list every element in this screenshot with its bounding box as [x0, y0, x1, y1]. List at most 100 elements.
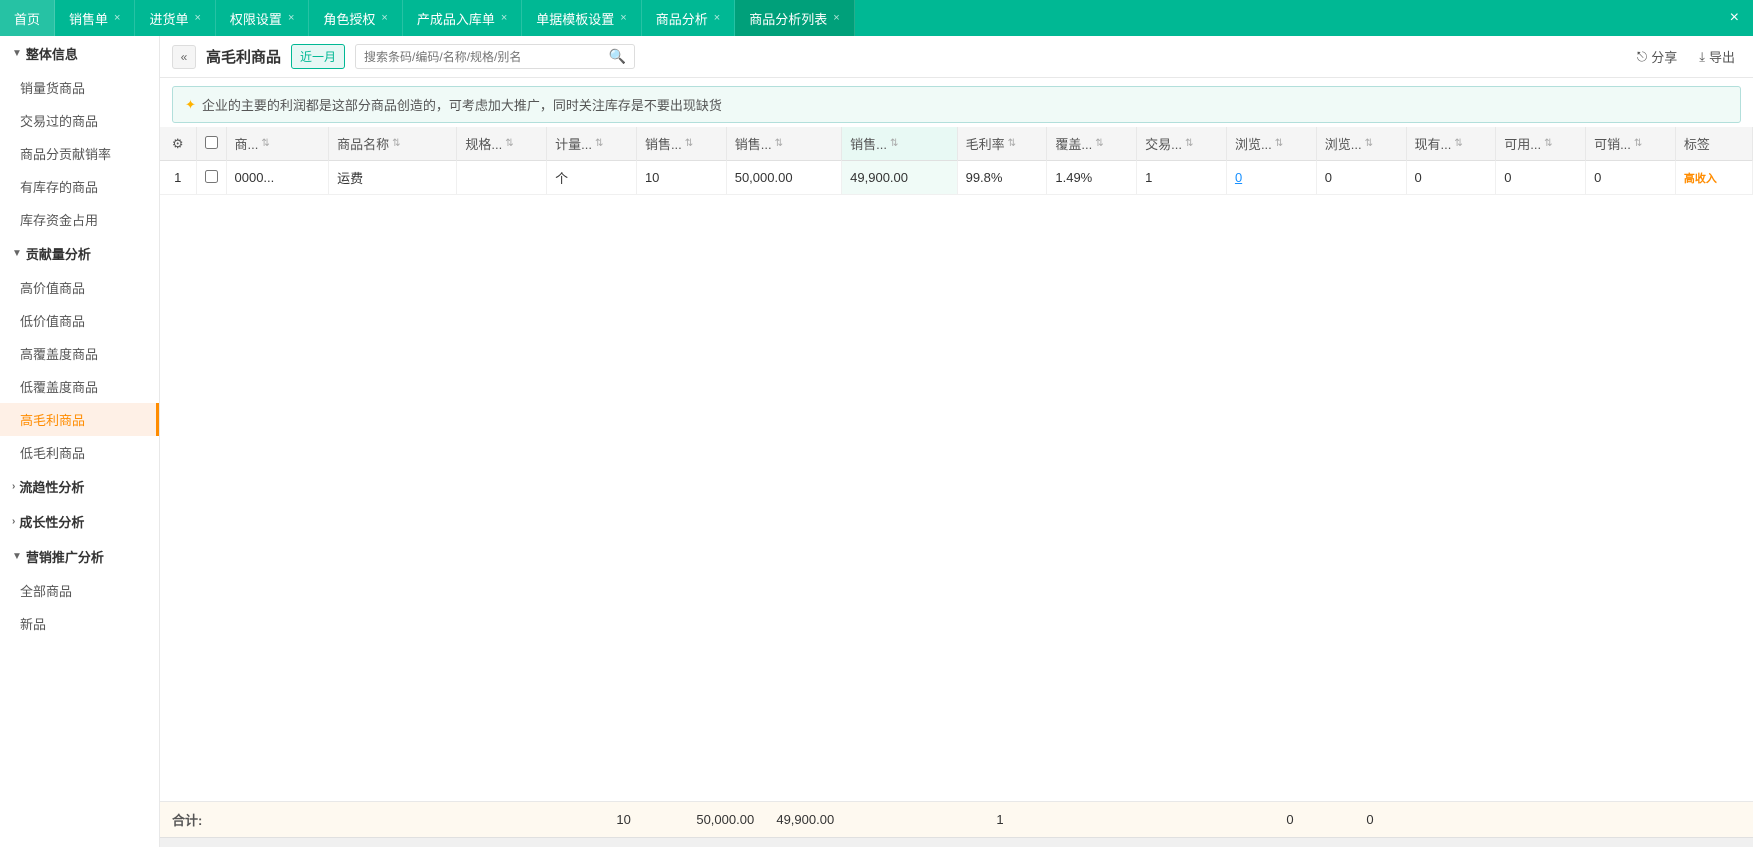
cell-sales-amount: 50,000.00: [726, 161, 841, 195]
col-name: 商品名称 ⇅: [329, 127, 457, 161]
collapse-sidebar-button[interactable]: «: [172, 45, 196, 69]
cell-code: 0000...: [226, 161, 329, 195]
close-purchase-tab-icon[interactable]: ×: [194, 12, 200, 24]
sidebar: ▼ 整体信息 销量货商品 交易过的商品 商品分贡献销率 有库存的商品 库存资金占…: [0, 36, 160, 847]
sort-sellable-icon[interactable]: ⇅: [1634, 138, 1642, 149]
cell-stock: 0: [1406, 161, 1496, 195]
select-all-checkbox[interactable]: [205, 136, 218, 149]
close-analysis-tab-icon[interactable]: ×: [714, 12, 720, 24]
sidebar-group-contribution[interactable]: ▼ 贡献量分析: [0, 236, 159, 271]
sidebar-item-contribution-rate[interactable]: 商品分贡献销率: [0, 137, 159, 170]
row-checkbox[interactable]: [205, 170, 218, 183]
col-stock: 现有... ⇅: [1406, 127, 1496, 161]
sort-name-icon[interactable]: ⇅: [392, 138, 400, 149]
nav-tab-purchase[interactable]: 进货单 ×: [135, 0, 215, 36]
export-button[interactable]: ⤓ 导出: [1693, 44, 1741, 69]
close-sales-tab-icon[interactable]: ×: [114, 12, 120, 24]
star-icon: ✦: [185, 97, 196, 113]
info-banner: ✦ 企业的主要的利润都是这部分商品创造的，可考虑加大推广，同时关注库存是不要出现…: [172, 86, 1741, 123]
sidebar-group-overall[interactable]: ▼ 整体信息: [0, 36, 159, 71]
arrow-flow-icon: ›: [12, 481, 15, 492]
cell-checkbox: [196, 161, 226, 195]
sidebar-group-marketing[interactable]: ▼ 营销推广分析: [0, 539, 159, 574]
nav-tab-template[interactable]: 单据模板设置 ×: [522, 0, 641, 36]
search-input[interactable]: [364, 50, 605, 64]
global-close-button[interactable]: ×: [1716, 0, 1753, 36]
col-checkbox: [196, 127, 226, 161]
close-analysis-list-tab-icon[interactable]: ×: [833, 12, 839, 24]
search-box: 🔍: [355, 44, 635, 69]
filter-recent-month-button[interactable]: 近一月: [291, 44, 345, 69]
sort-stock-icon[interactable]: ⇅: [1454, 138, 1462, 149]
sort-views1-icon[interactable]: ⇅: [1275, 138, 1283, 149]
col-sales-profit: 销售... ⇅: [842, 127, 957, 161]
cell-coverage: 1.49%: [1047, 161, 1137, 195]
cell-sales-profit: 49,900.00: [842, 161, 957, 195]
sort-sales-profit-icon[interactable]: ⇅: [890, 138, 898, 149]
nav-tab-permissions[interactable]: 权限设置 ×: [216, 0, 309, 36]
settings-icon[interactable]: ⚙: [172, 136, 184, 151]
col-index: ⚙: [160, 127, 196, 161]
nav-tab-analysis-list[interactable]: 商品分析列表 ×: [735, 0, 854, 36]
sidebar-item-high-margin[interactable]: 高毛利商品: [0, 403, 159, 436]
footer-available: 0: [1278, 812, 1358, 827]
col-sellable: 可销... ⇅: [1586, 127, 1676, 161]
footer-sales-amount: 50,000.00: [688, 812, 768, 827]
sort-available-icon[interactable]: ⇅: [1544, 138, 1552, 149]
goods-table: ⚙ 商... ⇅ 商品名称: [160, 127, 1753, 195]
sort-sales-amount-icon[interactable]: ⇅: [775, 138, 783, 149]
nav-tab-production[interactable]: 产成品入库单 ×: [403, 0, 522, 36]
cell-available: 0: [1496, 161, 1586, 195]
share-icon: ⎋: [1637, 49, 1647, 65]
sort-spec-icon[interactable]: ⇅: [505, 138, 513, 149]
cell-gross-rate: 99.8%: [957, 161, 1047, 195]
col-transactions: 交易... ⇅: [1137, 127, 1227, 161]
nav-tab-sales[interactable]: 销售单 ×: [55, 0, 135, 36]
sidebar-item-high-coverage[interactable]: 高覆盖度商品: [0, 337, 159, 370]
sidebar-item-sales-goods[interactable]: 销量货商品: [0, 71, 159, 104]
arrow-marketing-icon: ▼: [12, 551, 22, 562]
cell-views2: 0: [1316, 161, 1406, 195]
sidebar-item-high-value[interactable]: 高价值商品: [0, 271, 159, 304]
nav-tab-home[interactable]: 首页: [0, 0, 55, 36]
sort-unit-icon[interactable]: ⇅: [595, 138, 603, 149]
cell-spec: [457, 161, 547, 195]
sidebar-item-low-margin[interactable]: 低毛利商品: [0, 436, 159, 469]
sort-views2-icon[interactable]: ⇅: [1365, 138, 1373, 149]
cell-sellable: 0: [1586, 161, 1676, 195]
cell-tag: 高收入: [1675, 161, 1752, 195]
sidebar-group-flow[interactable]: › 流趋性分析: [0, 469, 159, 504]
cell-index: 1: [160, 161, 196, 195]
col-sales-qty: 销售... ⇅: [636, 127, 726, 161]
sidebar-item-new-goods[interactable]: 新品: [0, 607, 159, 640]
sidebar-item-all-goods[interactable]: 全部商品: [0, 574, 159, 607]
sidebar-item-traded-goods[interactable]: 交易过的商品: [0, 104, 159, 137]
col-unit: 计量... ⇅: [547, 127, 637, 161]
horizontal-scrollbar[interactable]: [160, 837, 1753, 847]
col-views2: 浏览... ⇅: [1316, 127, 1406, 161]
close-permissions-tab-icon[interactable]: ×: [288, 12, 294, 24]
sort-gross-rate-icon[interactable]: ⇅: [1008, 138, 1016, 149]
sort-code-icon[interactable]: ⇅: [261, 138, 269, 149]
sidebar-group-growth[interactable]: › 成长性分析: [0, 504, 159, 539]
sidebar-item-stock-capital[interactable]: 库存资金占用: [0, 203, 159, 236]
col-gross-rate: 毛利率 ⇅: [957, 127, 1047, 161]
page-title: 高毛利商品: [206, 46, 281, 67]
col-coverage: 覆盖... ⇅: [1047, 127, 1137, 161]
views1-link[interactable]: 0: [1235, 170, 1242, 185]
share-button[interactable]: ⎋ 分享: [1631, 44, 1683, 69]
close-roles-tab-icon[interactable]: ×: [381, 12, 387, 24]
close-template-tab-icon[interactable]: ×: [620, 12, 626, 24]
search-icon[interactable]: 🔍: [609, 48, 626, 65]
nav-tab-analysis[interactable]: 商品分析 ×: [642, 0, 735, 36]
sidebar-item-low-value[interactable]: 低价值商品: [0, 304, 159, 337]
close-production-tab-icon[interactable]: ×: [501, 12, 507, 24]
sort-coverage-icon[interactable]: ⇅: [1095, 138, 1103, 149]
cell-unit: 个: [547, 161, 637, 195]
table-row: 1 0000... 运费 个 10 50,000.00 49,900.00 99…: [160, 161, 1753, 195]
nav-tab-roles[interactable]: 角色授权 ×: [309, 0, 402, 36]
sort-sales-qty-icon[interactable]: ⇅: [685, 138, 693, 149]
sidebar-item-low-coverage[interactable]: 低覆盖度商品: [0, 370, 159, 403]
sidebar-item-stocked-goods[interactable]: 有库存的商品: [0, 170, 159, 203]
sort-transactions-icon[interactable]: ⇅: [1185, 138, 1193, 149]
